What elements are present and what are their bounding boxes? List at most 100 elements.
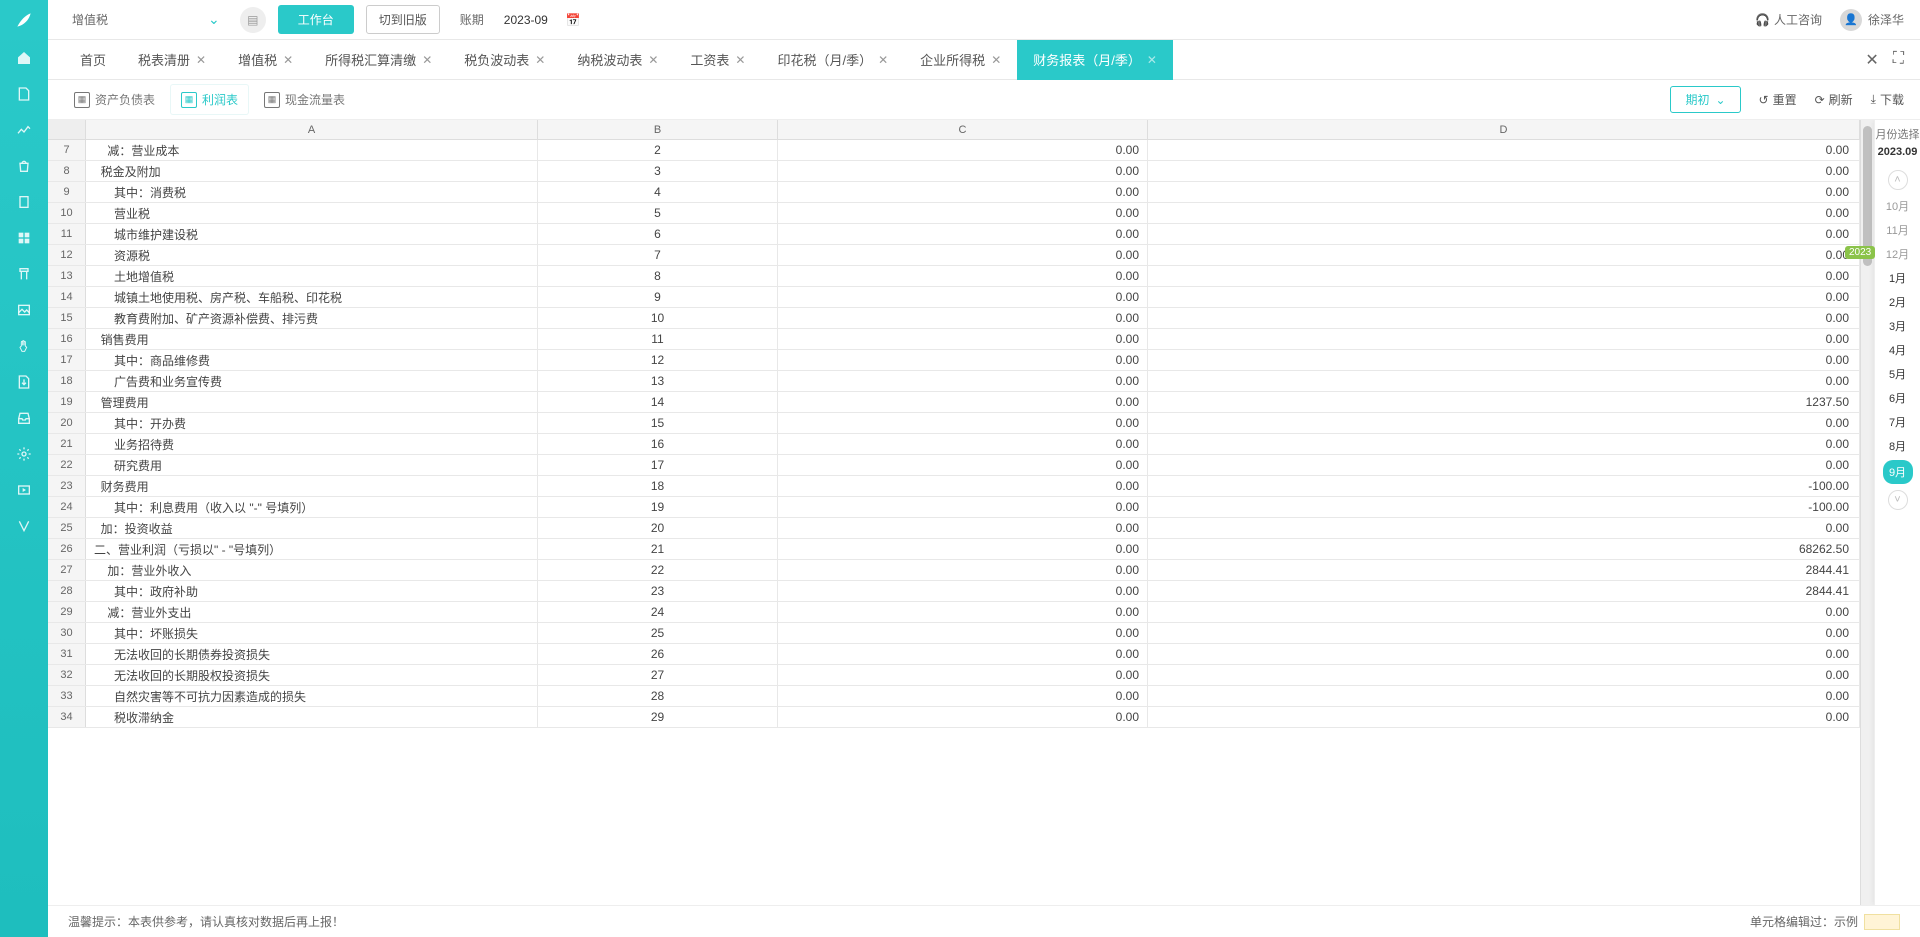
row-number[interactable]: 21 bbox=[48, 434, 86, 454]
cell[interactable]: 24 bbox=[538, 602, 778, 622]
cell[interactable]: 土地增值税 bbox=[86, 266, 538, 286]
cell[interactable]: 无法收回的长期股权投资损失 bbox=[86, 665, 538, 685]
close-all-tabs-icon[interactable]: ✕ bbox=[1865, 50, 1878, 70]
nav-hand-icon[interactable] bbox=[0, 328, 48, 364]
cell[interactable]: 13 bbox=[538, 371, 778, 391]
row-number[interactable]: 23 bbox=[48, 476, 86, 496]
row-number[interactable]: 15 bbox=[48, 308, 86, 328]
row-number[interactable]: 32 bbox=[48, 665, 86, 685]
row-number[interactable]: 30 bbox=[48, 623, 86, 643]
cell[interactable]: 其中：政府补助 bbox=[86, 581, 538, 601]
cell[interactable]: 0.00 bbox=[778, 140, 1148, 160]
cell[interactable]: 其中：消费税 bbox=[86, 182, 538, 202]
cell[interactable]: 广告费和业务宣传费 bbox=[86, 371, 538, 391]
tab-5[interactable]: 纳税波动表✕ bbox=[561, 40, 674, 80]
cell[interactable]: 业务招待费 bbox=[86, 434, 538, 454]
row-number[interactable]: 27 bbox=[48, 560, 86, 580]
row-number[interactable]: 25 bbox=[48, 518, 86, 538]
tab-2[interactable]: 增值税✕ bbox=[222, 40, 309, 80]
cell[interactable]: 0.00 bbox=[778, 623, 1148, 643]
cell[interactable]: 68262.50 bbox=[1148, 539, 1860, 559]
row-number[interactable]: 14 bbox=[48, 287, 86, 307]
nav-export-icon[interactable] bbox=[0, 364, 48, 400]
row-number[interactable]: 13 bbox=[48, 266, 86, 286]
cell[interactable]: 2 bbox=[538, 140, 778, 160]
cell[interactable]: 12 bbox=[538, 350, 778, 370]
cell[interactable]: 营业税 bbox=[86, 203, 538, 223]
col-header-c[interactable]: C bbox=[778, 120, 1148, 139]
download-button[interactable]: ⤓ 下载 bbox=[1871, 91, 1904, 108]
scrollbar-thumb[interactable] bbox=[1863, 126, 1872, 266]
cell[interactable]: 21 bbox=[538, 539, 778, 559]
select-all-corner[interactable] bbox=[48, 120, 86, 139]
cell[interactable]: 0.00 bbox=[778, 413, 1148, 433]
nav-settings-icon[interactable] bbox=[0, 436, 48, 472]
cell[interactable]: 0.00 bbox=[778, 371, 1148, 391]
cell[interactable]: 0.00 bbox=[778, 245, 1148, 265]
cell[interactable]: 2844.41 bbox=[1148, 581, 1860, 601]
cell[interactable]: 0.00 bbox=[1148, 287, 1860, 307]
nav-clipboard-icon[interactable] bbox=[0, 184, 48, 220]
nav-grid-icon[interactable] bbox=[0, 220, 48, 256]
cell[interactable]: 0.00 bbox=[778, 539, 1148, 559]
close-icon[interactable]: ✕ bbox=[735, 53, 745, 67]
cell[interactable]: 0.00 bbox=[778, 476, 1148, 496]
cell[interactable]: 0.00 bbox=[1148, 518, 1860, 538]
nav-bag-icon[interactable] bbox=[0, 148, 48, 184]
cell[interactable]: 0.00 bbox=[778, 287, 1148, 307]
cell[interactable]: 其中：利息费用（收入以 "-" 号填列） bbox=[86, 497, 538, 517]
cell[interactable]: 0.00 bbox=[1148, 182, 1860, 202]
cell[interactable]: 18 bbox=[538, 476, 778, 496]
row-number[interactable]: 22 bbox=[48, 455, 86, 475]
cell[interactable]: 7 bbox=[538, 245, 778, 265]
cell[interactable]: 0.00 bbox=[1148, 707, 1860, 727]
cell[interactable]: 0.00 bbox=[1148, 644, 1860, 664]
cell[interactable]: 0.00 bbox=[1148, 602, 1860, 622]
row-number[interactable]: 34 bbox=[48, 707, 86, 727]
cell[interactable]: 19 bbox=[538, 497, 778, 517]
close-icon[interactable]: ✕ bbox=[648, 53, 658, 67]
cell[interactable]: 0.00 bbox=[778, 182, 1148, 202]
month-option[interactable]: 8月 bbox=[1875, 434, 1920, 458]
nav-doc-icon[interactable] bbox=[0, 76, 48, 112]
cell[interactable]: 0.00 bbox=[1148, 434, 1860, 454]
cell[interactable]: 0.00 bbox=[778, 644, 1148, 664]
month-option[interactable]: 6月 bbox=[1875, 386, 1920, 410]
cell[interactable]: 其中：坏账损失 bbox=[86, 623, 538, 643]
cell[interactable]: 25 bbox=[538, 623, 778, 643]
subtab-cashflow[interactable]: ▦ 现金流量表 bbox=[254, 85, 355, 114]
cell[interactable]: 税金及附加 bbox=[86, 161, 538, 181]
cell[interactable]: 0.00 bbox=[1148, 140, 1860, 160]
cell[interactable]: 其中：商品维修费 bbox=[86, 350, 538, 370]
close-icon[interactable]: ✕ bbox=[535, 53, 545, 67]
cell[interactable]: 3 bbox=[538, 161, 778, 181]
cell[interactable]: 减：营业外支出 bbox=[86, 602, 538, 622]
row-number[interactable]: 9 bbox=[48, 182, 86, 202]
cell[interactable]: 0.00 bbox=[778, 224, 1148, 244]
cell[interactable]: 0.00 bbox=[1148, 665, 1860, 685]
row-number[interactable]: 11 bbox=[48, 224, 86, 244]
cell[interactable]: 0.00 bbox=[778, 581, 1148, 601]
nav-tool-icon[interactable] bbox=[0, 256, 48, 292]
cell[interactable]: 加：投资收益 bbox=[86, 518, 538, 538]
cell[interactable]: 无法收回的长期债券投资损失 bbox=[86, 644, 538, 664]
row-number[interactable]: 19 bbox=[48, 392, 86, 412]
subtab-income-statement[interactable]: ▦ 利润表 bbox=[171, 85, 248, 114]
cell[interactable]: 0.00 bbox=[1148, 623, 1860, 643]
nav-chart-icon[interactable] bbox=[0, 112, 48, 148]
month-prev-button[interactable]: ˄ bbox=[1888, 170, 1908, 190]
cell[interactable]: 27 bbox=[538, 665, 778, 685]
tax-type-dropdown[interactable]: 增值税 ⌄ bbox=[64, 11, 228, 28]
cell[interactable]: 17 bbox=[538, 455, 778, 475]
cell[interactable]: 城镇土地使用税、房产税、车船税、印花税 bbox=[86, 287, 538, 307]
month-option[interactable]: 5月 bbox=[1875, 362, 1920, 386]
cell[interactable]: 0.00 bbox=[1148, 203, 1860, 223]
row-number[interactable]: 24 bbox=[48, 497, 86, 517]
help-link[interactable]: 🎧 人工咨询 bbox=[1755, 11, 1822, 28]
row-number[interactable]: 16 bbox=[48, 329, 86, 349]
nav-image-icon[interactable] bbox=[0, 292, 48, 328]
cell[interactable]: 其中：开办费 bbox=[86, 413, 538, 433]
calendar-icon[interactable]: 📅 bbox=[566, 13, 581, 27]
subtab-balance-sheet[interactable]: ▦ 资产负债表 bbox=[64, 85, 165, 114]
row-number[interactable]: 31 bbox=[48, 644, 86, 664]
